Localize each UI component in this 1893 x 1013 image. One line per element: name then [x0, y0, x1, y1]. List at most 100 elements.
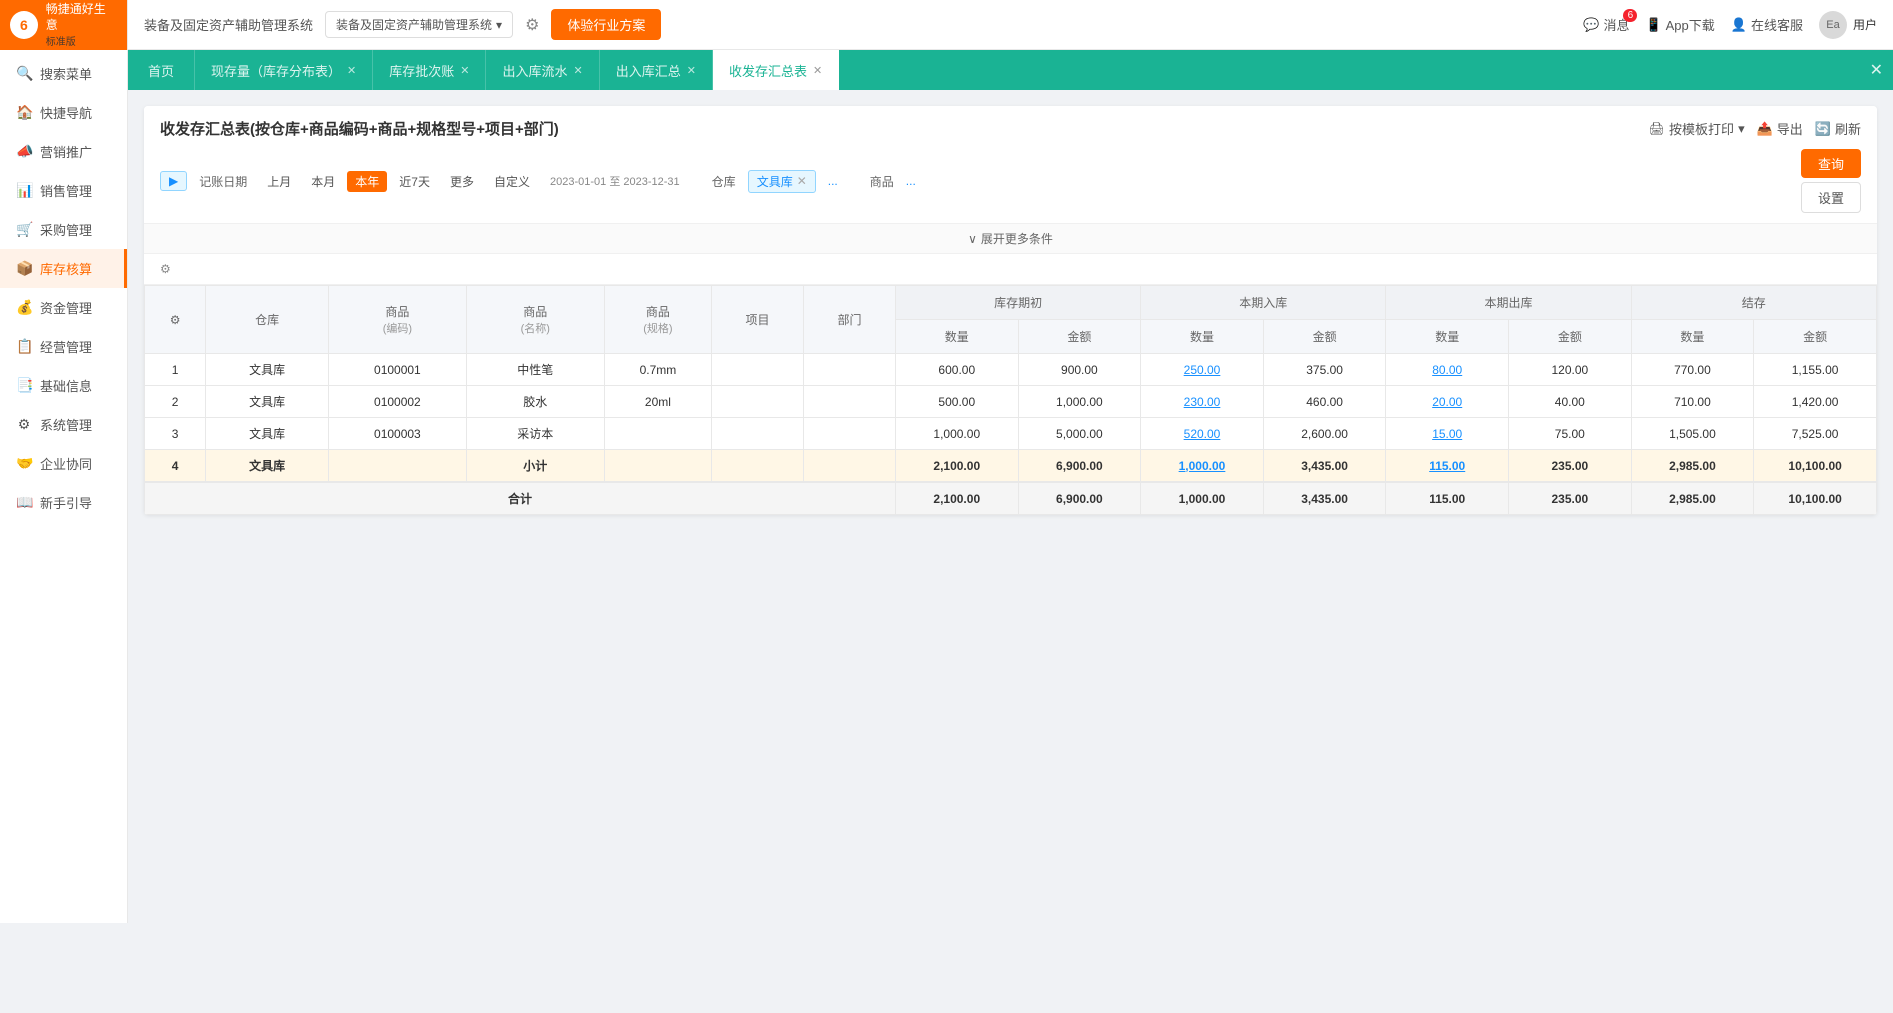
tab-close-batch[interactable]: ✕	[460, 64, 469, 77]
amount-link[interactable]: 520.00	[1184, 427, 1221, 441]
print-button[interactable]: 🖨 按模板打印 ▾	[1649, 119, 1745, 138]
cell-spec	[604, 450, 711, 483]
cell-out-amt: 235.00	[1509, 450, 1632, 483]
enterprise-icon: 🤝	[16, 455, 32, 472]
amount-link[interactable]: 250.00	[1184, 363, 1221, 377]
cell-closing-amt: 1,155.00	[1754, 354, 1877, 386]
amount-link[interactable]: 230.00	[1184, 395, 1221, 409]
settings-button[interactable]: 设置	[1801, 182, 1861, 213]
cell-out-qty: 20.00	[1386, 386, 1509, 418]
sidebar-item-enterprise[interactable]: 🤝 企业协同	[0, 444, 127, 483]
filter-toggle-button[interactable]: ▶	[160, 171, 187, 191]
footer-out-qty: 115.00	[1386, 482, 1509, 515]
cell-out-qty: 115.00	[1386, 450, 1509, 483]
cell-out-amt: 40.00	[1509, 386, 1632, 418]
close-all-tabs-button[interactable]: ✕	[1870, 60, 1883, 80]
warehouse-tag-close[interactable]: ✕	[797, 174, 807, 188]
cell-in-amt: 460.00	[1263, 386, 1386, 418]
amount-link[interactable]: 20.00	[1432, 395, 1462, 409]
th-out-group: 本期出库	[1386, 286, 1631, 320]
cell-closing-qty: 1,505.00	[1631, 418, 1754, 450]
table-settings-icon[interactable]: ⚙	[160, 262, 171, 276]
operations-icon: 📋	[16, 338, 32, 355]
tab-receive-send[interactable]: 收发存汇总表 ✕	[713, 50, 839, 90]
sidebar-item-purchase[interactable]: 🛒 采购管理	[0, 210, 127, 249]
th-dept: 部门	[804, 286, 896, 354]
cell-code: 0100002	[328, 386, 466, 418]
sidebar-item-guide[interactable]: 📖 新手引导	[0, 483, 127, 522]
warehouse-label: 仓库	[712, 173, 736, 190]
sidebar-logo: 6 畅捷通好生意 标准版	[0, 0, 127, 50]
tab-summary[interactable]: 出入库汇总 ✕	[600, 50, 713, 90]
footer-in-amt: 3,435.00	[1263, 482, 1386, 515]
cell-spec: 20ml	[604, 386, 711, 418]
date-btn-last-month[interactable]: 上月	[259, 171, 299, 192]
cell-out-amt: 120.00	[1509, 354, 1632, 386]
date-btn-this-month[interactable]: 本月	[303, 171, 343, 192]
tab-home[interactable]: 首页	[128, 50, 195, 90]
cell-opening-qty: 2,100.00	[895, 450, 1018, 483]
expand-more-button[interactable]: ∨ 展开更多条件	[968, 230, 1053, 247]
date-btn-7days[interactable]: 近7天	[391, 171, 438, 192]
sidebar-item-finance[interactable]: 💰 资金管理	[0, 288, 127, 327]
settings-icon[interactable]: ⚙	[525, 15, 539, 35]
amount-link[interactable]: 80.00	[1432, 363, 1462, 377]
app-download-button[interactable]: 📱 App下载	[1645, 15, 1714, 34]
amount-link[interactable]: 15.00	[1432, 427, 1462, 441]
refresh-button[interactable]: 🔄 刷新	[1815, 119, 1861, 138]
basic-info-icon: 📑	[16, 377, 32, 394]
date-range-display: 2023-01-01 至 2023-12-31	[550, 173, 680, 189]
sidebar-item-search[interactable]: 🔍 搜索菜单	[0, 54, 127, 93]
user-section[interactable]: Ea 用户	[1819, 11, 1877, 39]
sidebar-item-basic-info[interactable]: 📑 基础信息	[0, 366, 127, 405]
cell-in-qty: 520.00	[1141, 418, 1264, 450]
footer-opening-amt: 6,900.00	[1018, 482, 1141, 515]
date-btn-custom[interactable]: 自定义	[486, 171, 538, 192]
trial-button[interactable]: 体验行业方案	[551, 9, 661, 40]
system-dropdown[interactable]: 装备及固定资产辅助管理系统 ▾	[325, 11, 513, 38]
footer-closing-qty: 2,985.00	[1631, 482, 1754, 515]
cell-opening-amt: 6,900.00	[1018, 450, 1141, 483]
table-toolbar: ⚙	[144, 254, 1877, 285]
filter-area: ▶ 记账日期 上月 本月 本年 近7天 更多 自定义 2023-01-01 至 …	[144, 139, 1877, 224]
marketing-icon: 📣	[16, 143, 32, 160]
tab-flow[interactable]: 出入库流水 ✕	[486, 50, 599, 90]
sidebar-item-marketing[interactable]: 📣 营销推广	[0, 132, 127, 171]
cell-in-amt: 3,435.00	[1263, 450, 1386, 483]
warehouse-more-button[interactable]: ...	[828, 174, 838, 188]
date-btn-more[interactable]: 更多	[442, 171, 482, 192]
user-label: 用户	[1853, 16, 1877, 33]
sidebar-item-label: 系统管理	[40, 415, 92, 434]
tab-close-receive-send[interactable]: ✕	[813, 64, 822, 77]
date-btn-this-year[interactable]: 本年	[347, 171, 387, 192]
sidebar-item-system[interactable]: ⚙ 系统管理	[0, 405, 127, 444]
messages-button[interactable]: 💬 消息 6	[1583, 15, 1629, 34]
tab-batch[interactable]: 库存批次账 ✕	[373, 50, 486, 90]
cell-name: 胶水	[466, 386, 604, 418]
sidebar-item-quick-nav[interactable]: 🏠 快捷导航	[0, 93, 127, 132]
product-more-button[interactable]: ...	[906, 174, 916, 188]
tab-stock-dist[interactable]: 现存量（库存分布表） ✕	[195, 50, 373, 90]
th-code: 商品(编码)	[328, 286, 466, 354]
cell-closing-qty: 770.00	[1631, 354, 1754, 386]
tab-close-stock-dist[interactable]: ✕	[347, 64, 356, 77]
table-row: 2 文具库 0100002 胶水 20ml 500.00 1,000.00 23…	[145, 386, 1877, 418]
cell-warehouse: 文具库	[206, 386, 329, 418]
online-service-button[interactable]: 👤 在线客服	[1731, 15, 1803, 34]
sidebar-item-label: 基础信息	[40, 376, 92, 395]
cell-index: 2	[145, 386, 206, 418]
cell-opening-qty: 1,000.00	[895, 418, 1018, 450]
sidebar-item-inventory[interactable]: 📦 库存核算	[0, 249, 127, 288]
sidebar-item-sales[interactable]: 📊 销售管理	[0, 171, 127, 210]
query-button[interactable]: 查询	[1801, 149, 1861, 178]
cell-in-amt: 375.00	[1263, 354, 1386, 386]
th-in-qty: 数量	[1141, 320, 1264, 354]
sidebar-item-operations[interactable]: 📋 经营管理	[0, 327, 127, 366]
export-button[interactable]: 📤 导出	[1757, 119, 1803, 138]
tab-close-flow[interactable]: ✕	[574, 64, 583, 77]
cell-dept	[804, 450, 896, 483]
cell-code	[328, 450, 466, 483]
tab-close-summary[interactable]: ✕	[687, 64, 696, 77]
th-out-qty: 数量	[1386, 320, 1509, 354]
cell-in-qty: 250.00	[1141, 354, 1264, 386]
